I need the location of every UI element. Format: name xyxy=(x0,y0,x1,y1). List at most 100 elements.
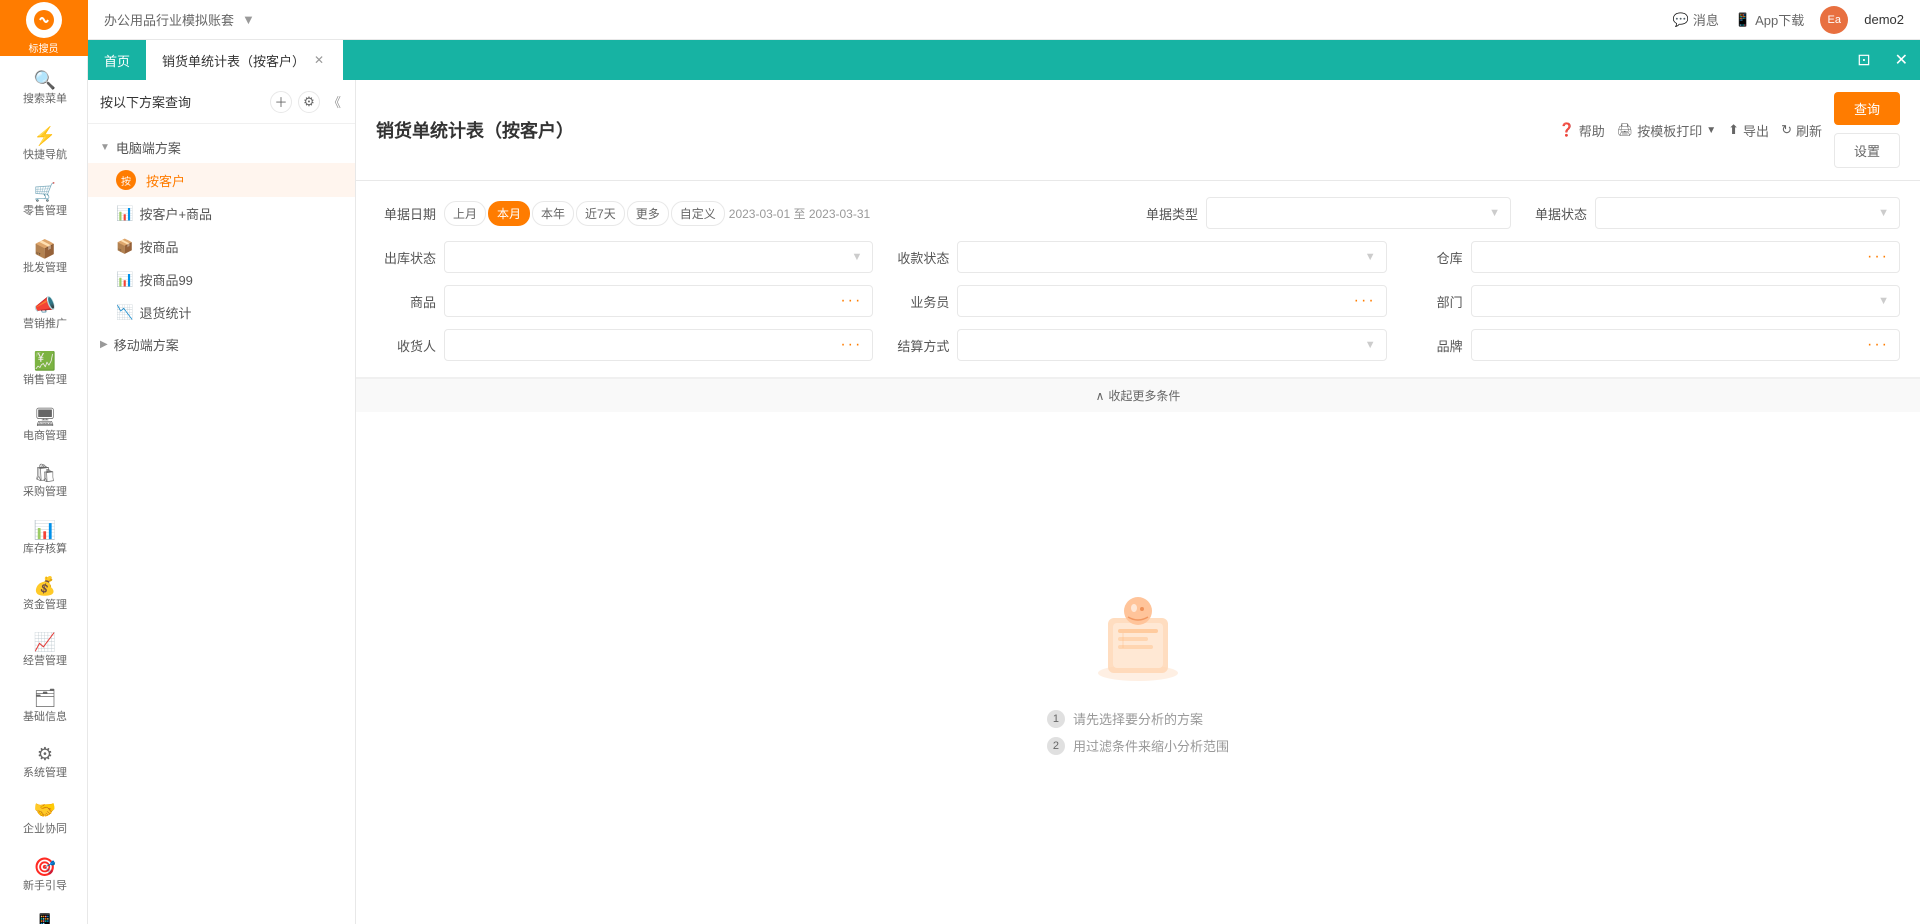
sidebar-item-icon-sales: 💹 xyxy=(34,351,56,372)
receiver-control[interactable]: ··· xyxy=(444,329,873,361)
settlement-label: 结算方式 xyxy=(889,336,949,355)
sidebar-item-app-center[interactable]: 📱 应用中心 xyxy=(0,903,87,924)
sidebar-item-label-operations: 经营管理 xyxy=(23,655,67,668)
page-title-row: 销货单统计表（按客户） ❓ 帮助 🖨 按模板打印 ▼ ⬆ xyxy=(376,92,1900,168)
sidebar-item-ecommerce[interactable]: 🖥 电商管理 xyxy=(0,397,87,453)
filter-date-item: 单据日期 上月 本月 本年 近7天 更多 自定义 2023-03-01 至 20… xyxy=(376,201,1122,226)
filter-warehouse-item: 仓库 ··· xyxy=(1403,241,1900,273)
filter-area: 单据日期 上月 本月 本年 近7天 更多 自定义 2023-03-01 至 20… xyxy=(356,181,1920,378)
sidebar-item-wholesale[interactable]: 📦 批发管理 xyxy=(0,229,87,285)
template-print-btn[interactable]: 🖨 按模板打印 ▼ xyxy=(1617,121,1716,140)
page-title: 销货单统计表（按客户） xyxy=(376,117,574,143)
tree-item-by-goods[interactable]: 📦 按商品 xyxy=(88,230,355,263)
logo[interactable]: 标搜员 xyxy=(0,0,88,56)
sidebar-item-sales[interactable]: 💹 销售管理 xyxy=(0,341,87,397)
by-goods-99-icon: 📊 xyxy=(116,271,133,288)
empty-hints: 1 请先选择要分析的方案 2 用过滤条件来缩小分析范围 xyxy=(1047,709,1229,763)
sidebar-item-inventory[interactable]: 📊 库存核算 xyxy=(0,510,87,566)
brand-control[interactable]: ··· xyxy=(1471,329,1900,361)
sidebar-item-operations[interactable]: 📈 经营管理 xyxy=(0,622,87,678)
avatar[interactable]: Ea xyxy=(1820,6,1848,34)
custom-btn[interactable]: 自定义 xyxy=(671,201,725,226)
sidebar-item-basic[interactable]: 🗂 基础信息 xyxy=(0,678,87,734)
collapse-panel-btn[interactable]: 《 xyxy=(326,90,343,113)
current-year-btn[interactable]: 本年 xyxy=(532,201,574,226)
sidebar-item-quick-nav[interactable]: ⚡ 快捷导航 xyxy=(0,116,87,172)
doc-status-control[interactable]: ▼ xyxy=(1595,197,1900,229)
settings-btn[interactable]: 设置 xyxy=(1834,133,1900,168)
sidebar-item-retail[interactable]: 🛒 零售管理 xyxy=(0,172,87,228)
topbar: 办公用品行业模拟账套 ▼ 💬 消息 📱 App下载 Ea demo2 xyxy=(88,0,1920,40)
department-control[interactable]: ▼ xyxy=(1471,285,1900,317)
last-7-btn[interactable]: 近7天 xyxy=(576,201,625,226)
sidebar-item-enterprise[interactable]: 🤝 企业协同 xyxy=(0,790,87,846)
more-btn[interactable]: 更多 xyxy=(627,201,669,226)
username[interactable]: demo2 xyxy=(1864,12,1904,27)
empty-illustration xyxy=(1078,573,1198,693)
filter-doc-status-item: 单据状态 ▼ xyxy=(1527,197,1900,229)
current-month-btn[interactable]: 本月 xyxy=(488,201,530,226)
receiver-label: 收货人 xyxy=(376,336,436,355)
sidebar-item-guide[interactable]: 🎯 新手引导 xyxy=(0,847,87,903)
query-btn[interactable]: 查询 xyxy=(1834,92,1900,125)
salesperson-dots-icon: ··· xyxy=(1354,292,1376,310)
doc-type-control[interactable]: ▼ xyxy=(1206,197,1511,229)
doc-type-dropdown-icon: ▼ xyxy=(1489,207,1500,219)
date-label: 单据日期 xyxy=(376,204,436,223)
sidebar-menu: 🔍 搜索菜单 ⚡ 快捷导航 🛒 零售管理 📦 批发管理 📣 营销推广 💹 销售管… xyxy=(0,56,87,924)
salesperson-control[interactable]: ··· xyxy=(957,285,1386,317)
tab-home[interactable]: 首页 xyxy=(88,40,146,80)
sidebar-item-system[interactable]: ⚙ 系统管理 xyxy=(0,734,87,790)
settings-scheme-btn[interactable]: ⚙ xyxy=(298,91,320,113)
tree-item-by-goods-99[interactable]: 📊 按商品99 xyxy=(88,263,355,296)
payment-status-control[interactable]: ▼ xyxy=(957,241,1386,273)
help-icon: ❓ xyxy=(1559,122,1575,138)
empty-state: 1 请先选择要分析的方案 2 用过滤条件来缩小分析范围 xyxy=(356,412,1920,924)
help-btn[interactable]: ❓ 帮助 xyxy=(1559,121,1605,140)
sidebar-item-search-menu[interactable]: 🔍 搜索菜单 xyxy=(0,60,87,116)
collapse-label: 收起更多条件 xyxy=(1108,387,1180,404)
export-btn[interactable]: ⬆ 导出 xyxy=(1728,121,1769,140)
mobile-group-header[interactable]: ▶ 移动端方案 xyxy=(88,329,355,360)
add-scheme-btn[interactable]: ＋ xyxy=(270,91,292,113)
sidebar-item-marketing[interactable]: 📣 营销推广 xyxy=(0,285,87,341)
collapse-btn[interactable]: ∧ 收起更多条件 xyxy=(1096,387,1181,404)
template-print-icon: 🖨 xyxy=(1617,122,1634,138)
tree-item-by-customer[interactable]: 按 按客户 xyxy=(88,163,355,197)
warehouse-control[interactable]: ··· xyxy=(1471,241,1900,273)
prev-month-btn[interactable]: 上月 xyxy=(444,201,486,226)
refresh-btn[interactable]: ↻ 刷新 xyxy=(1781,121,1822,140)
sidebar-item-icon-purchase: 🛍 xyxy=(34,463,57,484)
filter-receiver-item: 收货人 ··· xyxy=(376,329,873,361)
filter-row-4: 收货人 ··· 结算方式 ▼ 品牌 xyxy=(376,329,1900,361)
logo-icon xyxy=(26,2,62,38)
desktop-group-header[interactable]: ▼ 电脑端方案 xyxy=(88,132,355,163)
right-panel: 销货单统计表（按客户） ❓ 帮助 🖨 按模板打印 ▼ ⬆ xyxy=(356,80,1920,924)
sidebar-item-icon-system: ⚙ xyxy=(37,744,53,765)
tab-maximize-icon[interactable]: ⊡ xyxy=(1845,50,1882,70)
goods-control[interactable]: ··· xyxy=(444,285,873,317)
tree-item-refund-stats[interactable]: 📉 退货统计 xyxy=(88,296,355,329)
settlement-dropdown-icon: ▼ xyxy=(1365,339,1376,351)
filter-brand-item: 品牌 ··· xyxy=(1403,329,1900,361)
sidebar-item-icon-inventory: 📊 xyxy=(34,520,56,541)
out-status-control[interactable]: ▼ xyxy=(444,241,873,273)
tab-close-window-icon[interactable]: ✕ xyxy=(1883,50,1920,70)
goods-dots-icon: ··· xyxy=(840,292,862,310)
doc-status-dropdown-icon: ▼ xyxy=(1878,207,1889,219)
sidebar-item-finance[interactable]: 💰 资金管理 xyxy=(0,566,87,622)
out-status-dropdown-icon: ▼ xyxy=(851,251,862,263)
tree-item-by-customer-goods[interactable]: 📊 按客户+商品 xyxy=(88,197,355,230)
settlement-control[interactable]: ▼ xyxy=(957,329,1386,361)
date-buttons: 上月 本月 本年 近7天 更多 自定义 xyxy=(444,201,725,226)
refresh-icon: ↻ xyxy=(1781,122,1792,138)
by-goods-99-label: 按商品99 xyxy=(139,270,192,289)
dropdown-arrow-icon[interactable]: ▼ xyxy=(242,12,255,27)
tab-sales-stats[interactable]: 销货单统计表（按客户） ✕ xyxy=(146,40,343,80)
mobile-group-label: 移动端方案 xyxy=(114,335,179,354)
app-download-btn[interactable]: 📱 App下载 xyxy=(1735,10,1804,29)
tab-close-icon[interactable]: ✕ xyxy=(311,52,327,68)
message-btn[interactable]: 💬 消息 xyxy=(1673,10,1719,29)
sidebar-item-purchase[interactable]: 🛍 采购管理 xyxy=(0,453,87,509)
payment-status-dropdown-icon: ▼ xyxy=(1365,251,1376,263)
